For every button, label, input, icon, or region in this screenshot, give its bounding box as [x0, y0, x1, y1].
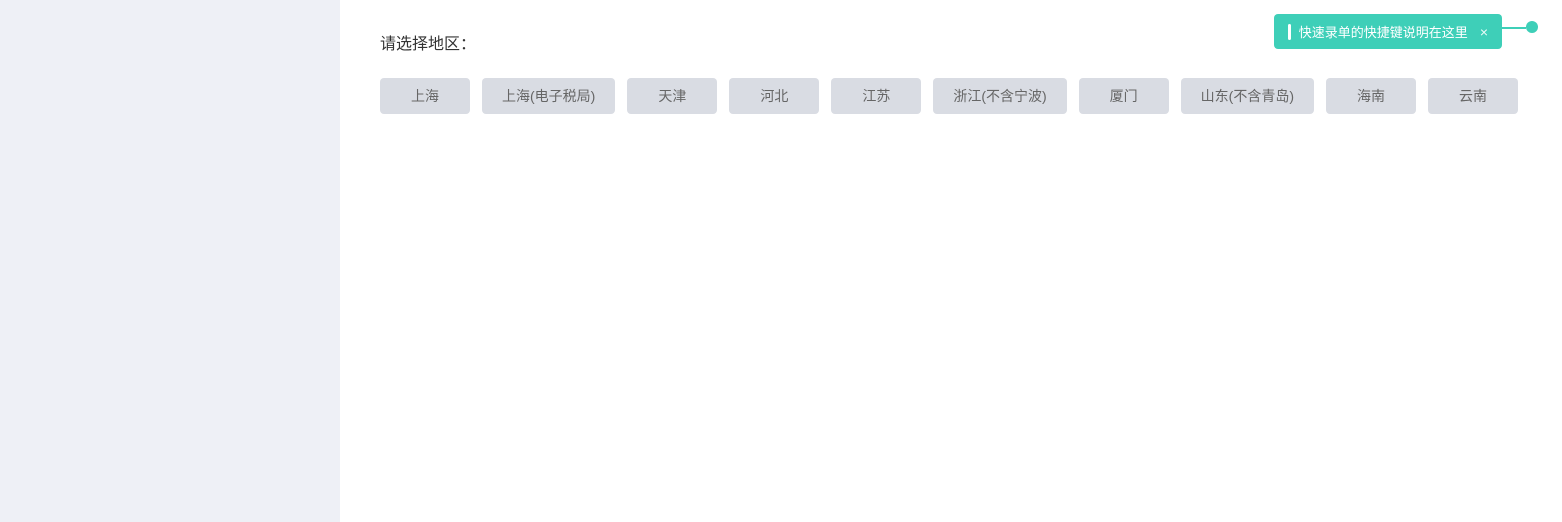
- region-button-zhejiang[interactable]: 浙江(不含宁波): [933, 78, 1066, 114]
- region-button-shanghai[interactable]: 上海: [380, 78, 470, 114]
- region-button-jiangsu[interactable]: 江苏: [831, 78, 921, 114]
- region-button-tianjin[interactable]: 天津: [627, 78, 717, 114]
- left-panel: [0, 0, 340, 522]
- tooltip-label: 快速录单的快捷键说明在这里: [1299, 22, 1468, 41]
- region-buttons-container: 上海上海(电子税局) 天津河北江苏浙江(不含宁波) 厦门山东(不含青岛) 海南云南: [380, 78, 1522, 114]
- region-button-shandong[interactable]: 山东(不含青岛): [1181, 78, 1314, 114]
- tooltip-banner: 快速录单的快捷键说明在这里 ×: [1274, 14, 1502, 49]
- tooltip-close-button[interactable]: ×: [1480, 25, 1488, 39]
- tooltip-connector-line: [1500, 27, 1526, 29]
- tooltip-connector-dot: [1526, 21, 1538, 33]
- region-button-yunnan[interactable]: 云南: [1428, 78, 1518, 114]
- region-button-xiamen[interactable]: 厦门: [1079, 78, 1169, 114]
- region-button-shanghai-etax[interactable]: 上海(电子税局): [482, 78, 615, 114]
- main-content: 请选择地区： 上海上海(电子税局)天津河北江苏浙江(不含宁波)厦门山东(不含青岛…: [340, 0, 1562, 522]
- tooltip-left-border: [1288, 24, 1291, 40]
- region-button-hebei[interactable]: 河北: [729, 78, 819, 114]
- region-button-hainan[interactable]: 海南: [1326, 78, 1416, 114]
